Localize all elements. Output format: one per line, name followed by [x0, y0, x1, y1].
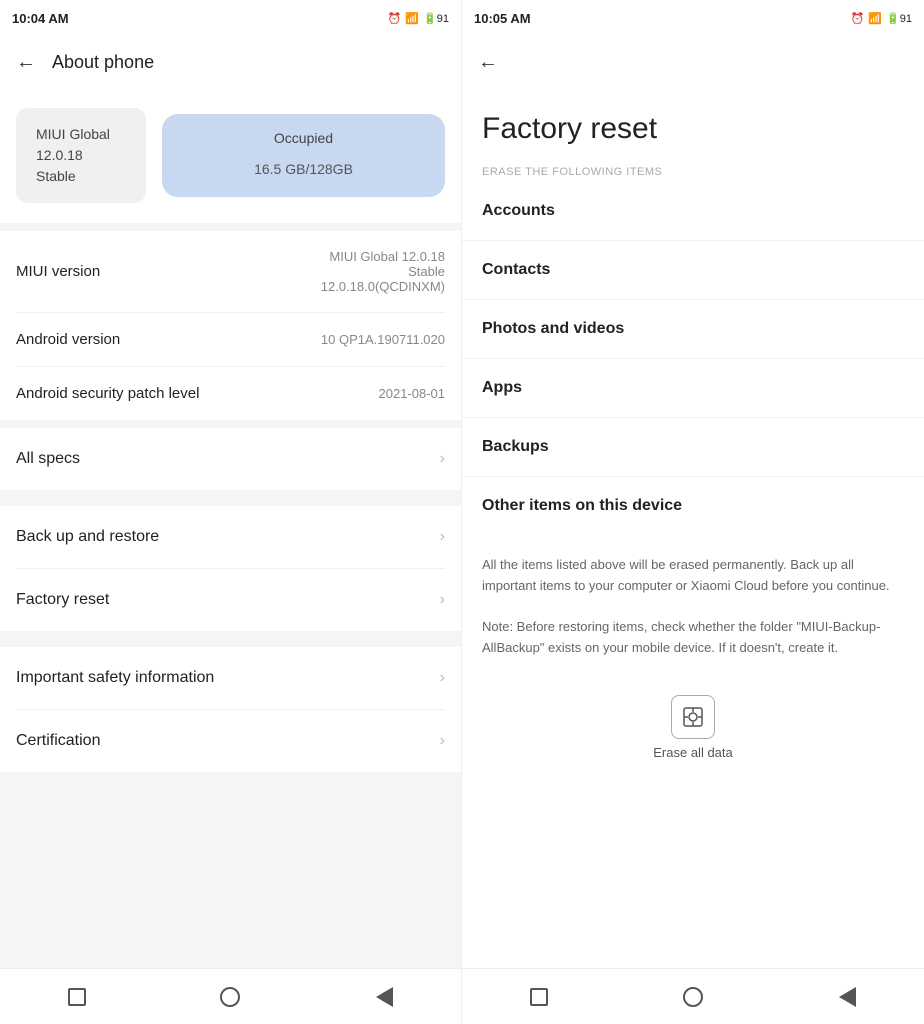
miui-version-box: MIUI Global 12.0.18 Stable: [16, 108, 146, 203]
left-toolbar: ← About phone: [0, 36, 461, 88]
signal-icon: 📶: [405, 12, 419, 25]
erase-item-accounts: Accounts: [462, 182, 924, 241]
left-status-bar: 10:04 AM ⏰ 📶 🔋91: [0, 0, 461, 36]
factory-reset-page: Factory reset ERASE THE FOLLOWING ITEMS …: [462, 88, 924, 968]
chevron-icon-safety: ›: [440, 669, 445, 687]
info-row-security: Android security patch level 2021-08-01: [16, 367, 445, 420]
square-icon: [68, 988, 86, 1006]
left-status-icons: ⏰ 📶 🔋91: [388, 12, 449, 25]
right-panel: 10:05 AM ⏰ 📶 🔋91 ← Factory reset ERASE T…: [462, 0, 924, 1024]
storage-label: Occupied: [186, 130, 421, 146]
info-section: MIUI version MIUI Global 12.0.18 Stable …: [0, 231, 461, 420]
info-value-security: 2021-08-01: [379, 386, 446, 401]
chevron-icon-factory: ›: [440, 591, 445, 609]
erase-item-backups: Backups: [462, 418, 924, 477]
left-time: 10:04 AM: [12, 11, 69, 26]
right-back-button[interactable]: ←: [478, 51, 498, 74]
right-triangle-icon: [839, 987, 856, 1007]
right-status-icons: ⏰ 📶 🔋91: [851, 12, 912, 25]
factory-reset-title: Factory reset: [462, 88, 924, 156]
info-value-miui: MIUI Global 12.0.18 Stable 12.0.18.0(QCD…: [321, 249, 445, 294]
chevron-icon-backup: ›: [440, 528, 445, 546]
right-battery-icon: 🔋91: [886, 12, 912, 25]
safety-label: Important safety information: [16, 669, 214, 687]
miui-version-text: MIUI Global 12.0.18 Stable: [36, 124, 126, 187]
erase-all-label: Erase all data: [653, 745, 733, 760]
triangle-icon: [376, 987, 393, 1007]
circle-icon: [220, 987, 240, 1007]
divider-2: [0, 631, 461, 639]
miui-header: MIUI Global 12.0.18 Stable Occupied 16.5…: [0, 88, 461, 223]
right-bottom-nav: [462, 968, 924, 1024]
right-status-bar: 10:05 AM ⏰ 📶 🔋91: [462, 0, 924, 36]
backup-section: Back up and restore › Factory reset ›: [0, 506, 461, 631]
page-title: About phone: [52, 52, 154, 73]
erase-all-icon: [671, 695, 715, 739]
allspecs-label: All specs: [16, 450, 80, 468]
cert-row[interactable]: Certification ›: [16, 710, 445, 772]
safety-section: Important safety information › Certifica…: [0, 647, 461, 772]
backup-label: Back up and restore: [16, 528, 159, 546]
right-circle-icon: [683, 987, 703, 1007]
right-signal-icon: 📶: [868, 12, 882, 25]
right-square-icon: [530, 988, 548, 1006]
alarm-icon: ⏰: [388, 12, 402, 25]
allspecs-row[interactable]: All specs ›: [16, 428, 445, 490]
info-label-android: Android version: [16, 331, 120, 348]
backup-row[interactable]: Back up and restore ›: [16, 506, 445, 569]
factory-reset-row[interactable]: Factory reset ›: [16, 569, 445, 631]
erase-svg-icon: [681, 705, 705, 729]
info-label-security: Android security patch level: [16, 385, 199, 402]
right-time: 10:05 AM: [474, 11, 531, 26]
info-row-android: Android version 10 QP1A.190711.020: [16, 313, 445, 367]
factory-reset-label: Factory reset: [16, 591, 109, 609]
allspecs-section: All specs ›: [0, 428, 461, 490]
erase-item-contacts: Contacts: [462, 241, 924, 300]
left-bottom-nav: [0, 968, 461, 1024]
info-label-miui: MIUI version: [16, 263, 100, 280]
erase-item-photos: Photos and videos: [462, 300, 924, 359]
divider-1: [0, 490, 461, 498]
storage-box: Occupied 16.5 GB/128GB: [162, 114, 445, 197]
erase-all-button[interactable]: Erase all data: [462, 679, 924, 776]
cert-label: Certification: [16, 732, 100, 750]
chevron-icon-cert: ›: [440, 732, 445, 750]
storage-value: 16.5 GB/128GB: [186, 150, 421, 181]
warning-text: All the items listed above will be erase…: [462, 535, 924, 679]
left-panel: 10:04 AM ⏰ 📶 🔋91 ← About phone MIUI Glob…: [0, 0, 462, 1024]
right-toolbar: ←: [462, 36, 924, 88]
safety-row[interactable]: Important safety information ›: [16, 647, 445, 710]
battery-icon: 🔋91: [423, 12, 449, 25]
back-nav-button[interactable]: [366, 979, 402, 1015]
home-button[interactable]: [212, 979, 248, 1015]
erase-item-other: Other items on this device: [462, 477, 924, 535]
chevron-icon: ›: [440, 450, 445, 468]
right-alarm-icon: ⏰: [851, 12, 865, 25]
right-back-nav-button[interactable]: [829, 979, 865, 1015]
info-row-miui: MIUI version MIUI Global 12.0.18 Stable …: [16, 231, 445, 313]
erase-item-apps: Apps: [462, 359, 924, 418]
right-recent-apps-button[interactable]: [521, 979, 557, 1015]
left-content: MIUI Global 12.0.18 Stable Occupied 16.5…: [0, 88, 461, 968]
back-button[interactable]: ←: [16, 51, 36, 74]
erase-section-label: ERASE THE FOLLOWING ITEMS: [462, 156, 924, 182]
recent-apps-button[interactable]: [59, 979, 95, 1015]
right-home-button[interactable]: [675, 979, 711, 1015]
info-value-android: 10 QP1A.190711.020: [321, 332, 445, 347]
